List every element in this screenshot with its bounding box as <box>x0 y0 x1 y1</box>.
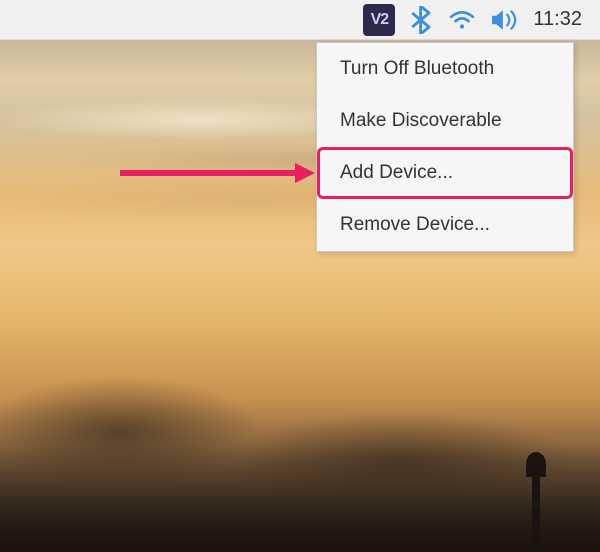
taskbar-clock[interactable]: 11:32 <box>533 0 582 40</box>
menu-item-make-discoverable[interactable]: Make Discoverable <box>317 95 573 147</box>
menu-item-add-device[interactable]: Add Device... <box>317 147 573 199</box>
bluetooth-tray-icon[interactable] <box>411 0 433 40</box>
volume-tray-icon[interactable] <box>491 0 519 40</box>
wifi-tray-icon[interactable] <box>449 0 475 40</box>
menu-item-remove-device[interactable]: Remove Device... <box>317 199 573 251</box>
menu-item-turn-off-bluetooth[interactable]: Turn Off Bluetooth <box>317 43 573 95</box>
vnc-tray-icon[interactable]: V2 <box>363 0 395 40</box>
bluetooth-context-menu: Turn Off Bluetooth Make Discoverable Add… <box>316 42 574 252</box>
wallpaper-silhouette <box>532 472 540 552</box>
bluetooth-icon <box>411 6 433 34</box>
vnc-icon: V2 <box>363 4 395 36</box>
taskbar: V2 11:32 <box>0 0 600 40</box>
speaker-icon <box>491 9 519 31</box>
wifi-icon <box>449 9 475 31</box>
annotation-arrow <box>120 158 320 188</box>
